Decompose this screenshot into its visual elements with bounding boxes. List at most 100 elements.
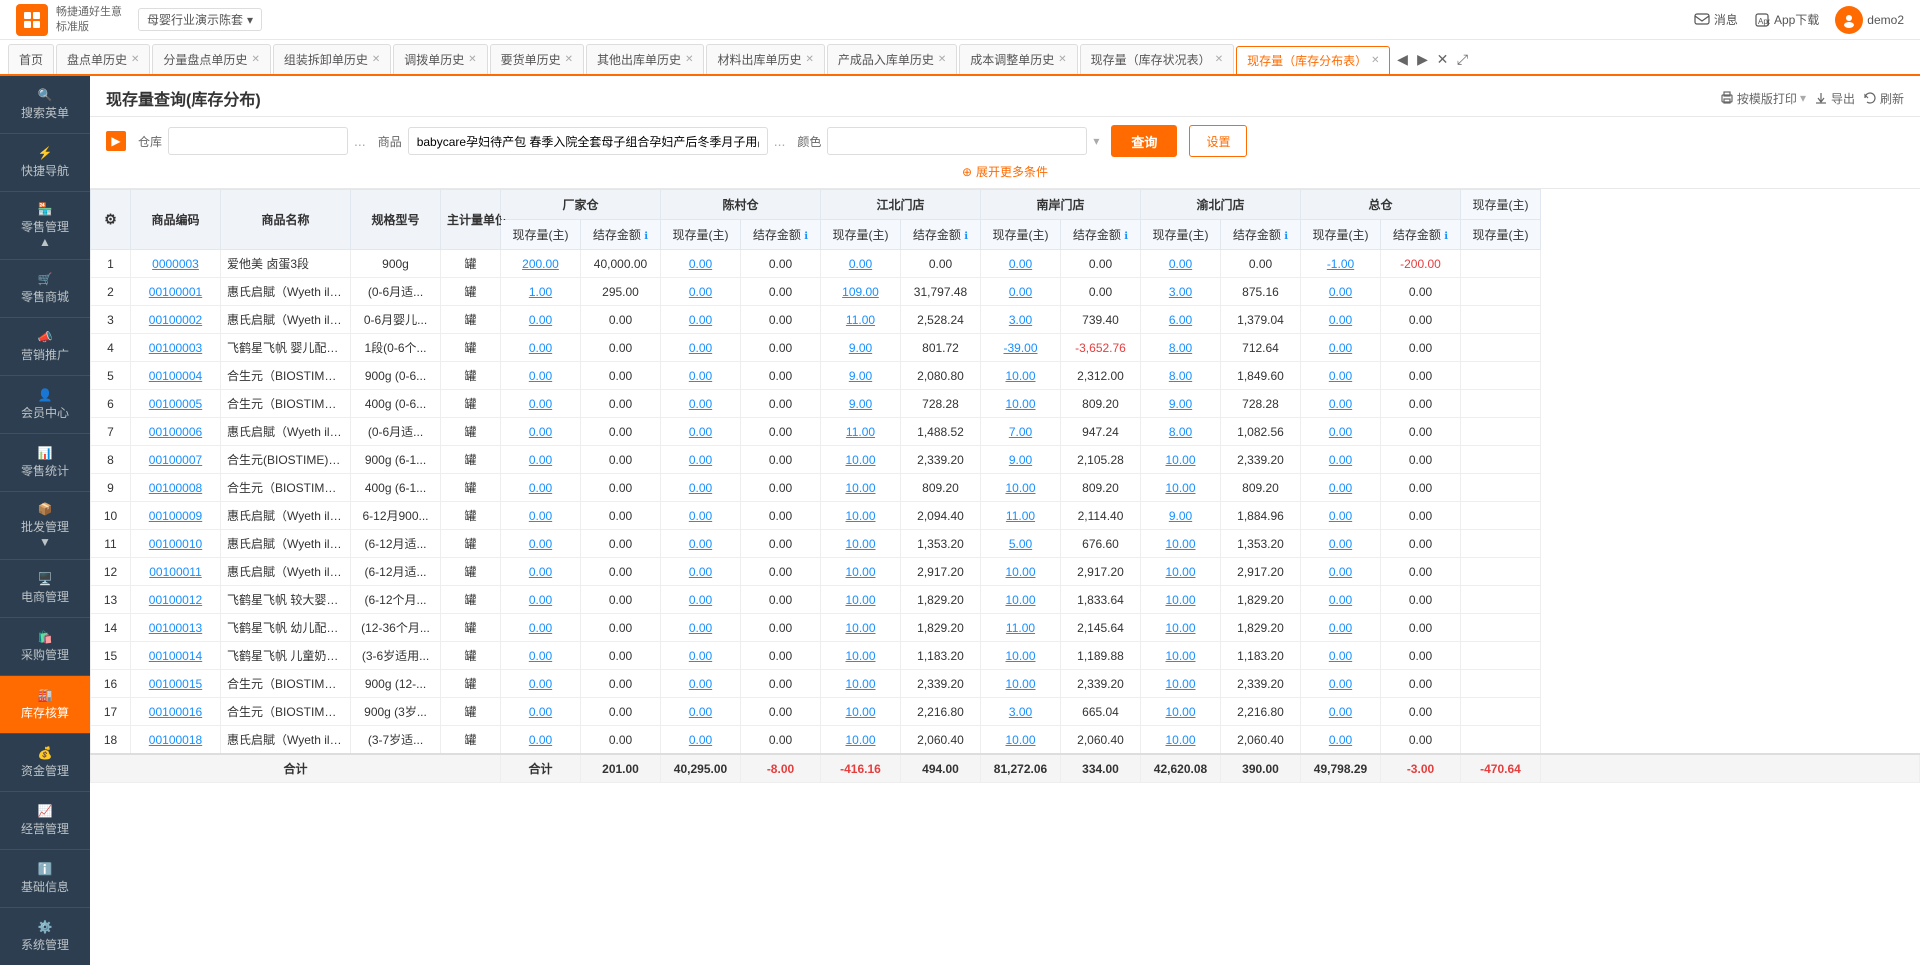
main-layout: 🔍 搜索英单 ⚡ 快捷导航 🏪 零售管理 ▲ 🛒 零售商城 📣 营销推广 👤 会…	[0, 76, 1920, 965]
sidebar-item-shop[interactable]: 🛒 零售商城	[0, 260, 90, 318]
retail-arrow-icon: ▲	[39, 235, 51, 249]
top-bar: 畅捷通好生意 标准版 母婴行业演示陈套 ▾ 消息 App App下载 demo2	[0, 0, 1920, 40]
table-row: 1000100009惠氏启賦（Wyeth illu...6-12月900...罐…	[91, 502, 1920, 530]
tab-8[interactable]: 产成品入库单历史 ✕	[827, 44, 957, 74]
product-dots[interactable]: ...	[774, 133, 786, 149]
th-factory: 厂家仓	[501, 190, 661, 220]
warehouse-input[interactable]	[168, 127, 348, 155]
table-area: ⚙ 商品编码 商品名称 规格型号 主计量单位 厂家仓 陈村仓 江北门店 南岸门店…	[90, 189, 1920, 965]
logo-icon	[16, 4, 48, 36]
tab-5[interactable]: 要货单历史 ✕	[490, 44, 584, 74]
th-code: 商品编码	[131, 190, 221, 250]
table-row: 300100002惠氏启賦（Wyeth illu...0-6月婴儿...罐0.0…	[91, 306, 1920, 334]
tab-close-11[interactable]: ✕	[1371, 55, 1379, 66]
tab-home[interactable]: 首页	[8, 44, 54, 74]
filter-expand-btn[interactable]: ▶	[106, 131, 126, 151]
sidebar-item-retail[interactable]: 🏪 零售管理 ▲	[0, 192, 90, 260]
tab-close-10[interactable]: ✕	[1215, 54, 1223, 65]
table-row: 600100005合生元（BIOSTIME）...400g (0-6...罐0.…	[91, 390, 1920, 418]
tab-close-9[interactable]: ✕	[1058, 54, 1066, 65]
page-header: 现存量查询(库存分布) 按模版打印 ▾ 导出 刷新	[90, 76, 1920, 117]
finance-icon: 💰	[4, 746, 86, 760]
tab-3[interactable]: 组装拆卸单历史 ✕	[273, 44, 391, 74]
th-current-extra: 现存量(主)	[1461, 190, 1541, 220]
th-spec: 规格型号	[351, 190, 441, 250]
chenshi-amt-info-icon[interactable]: ℹ	[804, 231, 808, 242]
warehouse-dots[interactable]: ...	[354, 133, 366, 149]
tab-close-3[interactable]: ✕	[372, 54, 380, 65]
user-avatar[interactable]: demo2	[1835, 6, 1904, 34]
tab-close-5[interactable]: ✕	[565, 54, 573, 65]
table-row: 700100006惠氏启賦（Wyeth illu...(0-6月适...罐0.0…	[91, 418, 1920, 446]
company-selector[interactable]: 母婴行业演示陈套 ▾	[138, 8, 262, 31]
filter-row: ▶ 仓库 ... 商品 ... 颜色 ▾ 查询 设置	[106, 125, 1904, 157]
color-dropdown-icon[interactable]: ▾	[1093, 134, 1099, 148]
sidebar-item-search[interactable]: 🔍 搜索英单	[0, 76, 90, 134]
tab-9[interactable]: 成本调整单历史 ✕	[959, 44, 1077, 74]
tab-close-7[interactable]: ✕	[805, 54, 813, 65]
tab-close-6[interactable]: ✕	[685, 54, 693, 65]
tab-expand-btn[interactable]: ⤢	[1452, 44, 1472, 74]
sidebar-item-stat[interactable]: 📊 零售统计	[0, 434, 90, 492]
svg-text:App: App	[1758, 17, 1770, 26]
tab-close-4[interactable]: ✕	[468, 54, 476, 65]
shop-icon: 🛒	[4, 272, 86, 286]
table-row: 1200100011惠氏启賦（Wyeth illu...(6-12月适...罐0…	[91, 558, 1920, 586]
yubei-amt-info-icon[interactable]: ℹ	[1284, 231, 1288, 242]
gear-icon[interactable]: ⚙	[104, 211, 117, 227]
total-amt-info-icon[interactable]: ℹ	[1444, 231, 1448, 242]
nav-icon: ⚡	[4, 146, 86, 160]
product-filter: 商品 ...	[378, 127, 786, 155]
refresh-btn[interactable]: 刷新	[1863, 90, 1904, 107]
wholesale-arrow-icon: ▼	[39, 535, 51, 549]
sidebar-item-purchase[interactable]: 🛍️ 采购管理	[0, 618, 90, 676]
table-row: 200100001惠氏启賦（Wyeth illu...(0-6月适...罐1.0…	[91, 278, 1920, 306]
ecom-icon: 🖥️	[4, 572, 86, 586]
tab-6[interactable]: 其他出库单历史 ✕	[586, 44, 704, 74]
tab-10[interactable]: 现存量（库存状况表） ✕	[1080, 44, 1234, 74]
th-total: 总仓	[1301, 190, 1461, 220]
factory-amt-info-icon[interactable]: ℹ	[644, 231, 648, 242]
sidebar-item-operation[interactable]: 📈 经营管理	[0, 792, 90, 850]
table-row: 800100007合生元(BIOSTIME)派...900g (6-1...罐0…	[91, 446, 1920, 474]
tab-1[interactable]: 盘点单历史 ✕	[56, 44, 150, 74]
print-btn[interactable]: 按模版打印 ▾	[1720, 90, 1806, 107]
tab-prev-btn[interactable]: ◀	[1392, 44, 1412, 74]
table-row: 1500100014飞鹤星飞帆 儿童奶粉 4...(3-6岁适用...罐0.00…	[91, 642, 1920, 670]
sidebar-item-system[interactable]: ⚙️ 系统管理	[0, 908, 90, 965]
tab-close-all-btn[interactable]: ✕	[1432, 44, 1452, 74]
th-factory-qty: 现存量(主)	[501, 220, 581, 250]
tab-close-1[interactable]: ✕	[131, 54, 139, 65]
color-label: 颜色	[797, 133, 821, 150]
tab-11[interactable]: 现存量（库存分布表） ✕	[1236, 46, 1390, 76]
tab-bar: 首页 盘点单历史 ✕ 分量盘点单历史 ✕ 组装拆卸单历史 ✕ 调拨单历史 ✕ 要…	[0, 40, 1920, 76]
warehouse-filter: 仓库 ...	[138, 127, 366, 155]
sidebar-item-ecom[interactable]: 🖥️ 电商管理	[0, 560, 90, 618]
th-gear[interactable]: ⚙	[91, 190, 131, 250]
nanan-amt-info-icon[interactable]: ℹ	[1124, 231, 1128, 242]
sidebar-item-wholesale[interactable]: 📦 批发管理 ▼	[0, 492, 90, 560]
export-btn[interactable]: 导出	[1814, 90, 1855, 107]
tab-close-8[interactable]: ✕	[938, 54, 946, 65]
messages-btn[interactable]: 消息	[1694, 11, 1738, 28]
tab-close-2[interactable]: ✕	[251, 54, 259, 65]
query-button[interactable]: 查询	[1111, 125, 1177, 157]
setting-button[interactable]: 设置	[1189, 125, 1247, 157]
sidebar-item-info[interactable]: ℹ️ 基础信息	[0, 850, 90, 908]
sidebar-item-inventory[interactable]: 🏭 库存核算	[0, 676, 90, 734]
sidebar-item-nav[interactable]: ⚡ 快捷导航	[0, 134, 90, 192]
sidebar-item-marketing[interactable]: 📣 营销推广	[0, 318, 90, 376]
tab-2[interactable]: 分量盘点单历史 ✕	[152, 44, 270, 74]
app-download-btn[interactable]: App App下载	[1754, 11, 1819, 28]
expand-more-btn[interactable]: ⊕ 展开更多条件	[106, 163, 1904, 180]
tab-7[interactable]: 材料出库单历史 ✕	[706, 44, 824, 74]
product-input[interactable]	[408, 127, 768, 155]
tab-4[interactable]: 调拨单历史 ✕	[393, 44, 487, 74]
color-input[interactable]	[827, 127, 1087, 155]
tab-next-btn[interactable]: ▶	[1412, 44, 1432, 74]
logo-area: 畅捷通好生意 标准版 母婴行业演示陈套 ▾	[16, 4, 262, 36]
sidebar-item-member[interactable]: 👤 会员中心	[0, 376, 90, 434]
sidebar-item-finance[interactable]: 💰 资金管理	[0, 734, 90, 792]
export-icon	[1814, 91, 1828, 105]
jiangbei-amt-info-icon[interactable]: ℹ	[964, 231, 968, 242]
